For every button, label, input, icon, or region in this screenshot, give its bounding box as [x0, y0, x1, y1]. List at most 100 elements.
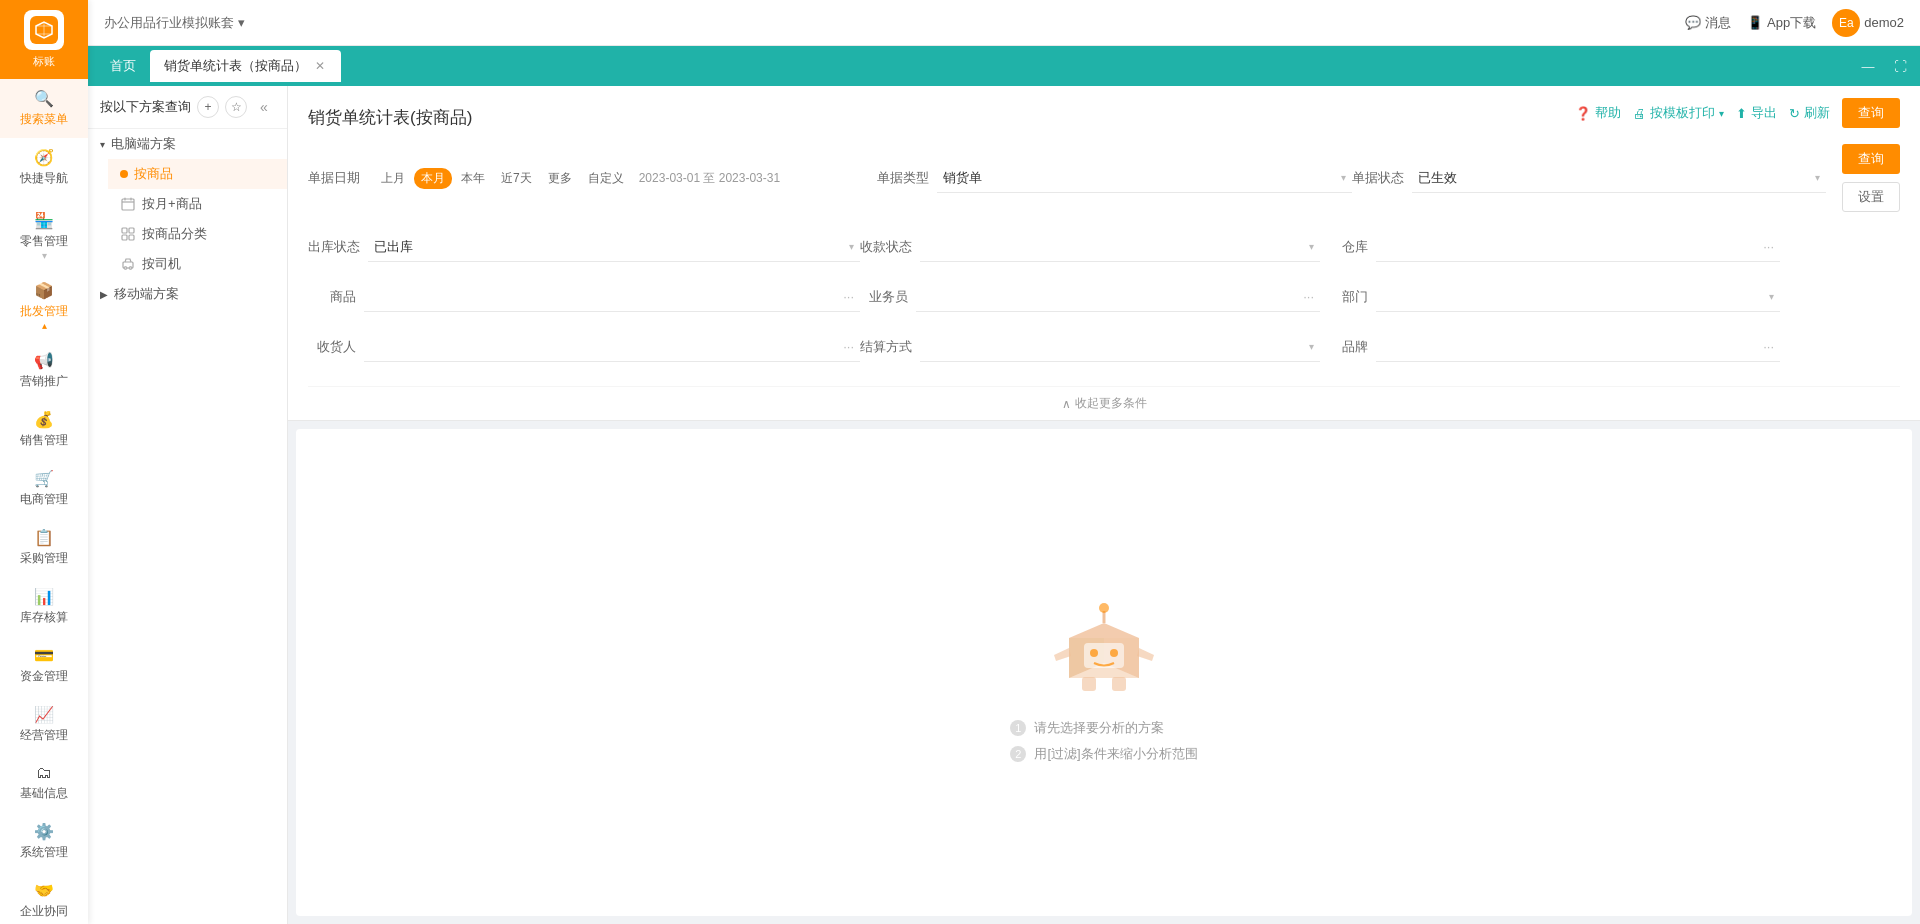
query-button[interactable]: 查询 [1842, 98, 1900, 128]
left-panel-title: 按以下方案查询 [100, 98, 191, 116]
out-status-control[interactable]: 已出库 ▾ [368, 232, 860, 262]
sidebar-item-finance[interactable]: 💳 资金管理 [0, 636, 88, 695]
brand-dots[interactable]: ··· [1763, 339, 1774, 354]
tree-group-desktop[interactable]: ▾ 电脑端方案 [88, 129, 287, 159]
page-title-row: 销货单统计表(按商品) ❓ 帮助 🖨 按模板打印 ▾ ⬆ [288, 86, 1920, 144]
sidebar-item-search[interactable]: 🔍 搜索菜单 [0, 79, 88, 138]
query-button-2[interactable]: 查询 [1842, 144, 1900, 174]
svg-rect-9 [1084, 643, 1124, 668]
sidebar-item-ecommerce[interactable]: 🛒 电商管理 [0, 459, 88, 518]
sidebar-item-retail[interactable]: 🏪 零售管理 ▾ [0, 201, 88, 271]
settle-arrow: ▾ [1309, 341, 1314, 352]
wholesale-icon: 📦 [34, 281, 54, 300]
salesperson-dots[interactable]: ··· [1303, 289, 1314, 304]
date-tab-this-year[interactable]: 本年 [454, 168, 492, 189]
receive-status-control[interactable]: ▾ [920, 232, 1320, 262]
star-scheme-btn[interactable]: ☆ [225, 96, 247, 118]
tab-sales-stat[interactable]: 销货单统计表（按商品） ✕ [150, 50, 341, 82]
svg-rect-2 [122, 228, 127, 233]
dept-control[interactable]: ▾ [1376, 282, 1780, 312]
status-control[interactable]: 已生效 ▾ [1412, 163, 1826, 193]
filter-field-dept: 部门 ▾ [1320, 282, 1780, 312]
status-value: 已生效 [1418, 169, 1811, 187]
logo-icon [24, 10, 64, 50]
sales-icon: 💰 [34, 410, 54, 429]
settings-button[interactable]: 设置 [1842, 182, 1900, 212]
date-tab-custom[interactable]: 自定义 [581, 168, 631, 189]
tip-num-2: 2 [1010, 746, 1026, 762]
tabbar-minimize-btn[interactable]: — [1856, 54, 1880, 78]
salesperson-control[interactable]: ··· [916, 282, 1320, 312]
tip-text-2: 用[过滤]条件来缩小分析范围 [1034, 745, 1197, 763]
tree-desktop-children: 按商品 按月+商品 [88, 159, 287, 279]
industry-dropdown[interactable]: 办公用品行业模拟账套 ▾ [104, 14, 245, 32]
settle-control[interactable]: ▾ [920, 332, 1320, 362]
brand-control[interactable]: ··· [1376, 332, 1780, 362]
date-tab-7days[interactable]: 近7天 [494, 168, 539, 189]
app-download-btn[interactable]: 📱 App下载 [1747, 14, 1816, 32]
refresh-btn[interactable]: ↻ 刷新 [1789, 104, 1830, 122]
receiver-label: 收货人 [308, 338, 364, 356]
template-print-btn[interactable]: 🖨 按模板打印 ▾ [1633, 104, 1724, 122]
help-btn[interactable]: ❓ 帮助 [1575, 104, 1621, 122]
receiver-dots[interactable]: ··· [843, 339, 854, 354]
action-btns: 查询 设置 [1826, 144, 1900, 212]
topbar-right: 💬 消息 📱 App下载 Ea demo2 [1685, 9, 1904, 37]
date-control: 上月 本月 本年 近7天 更多 自定义 2023-03-01 至 2023-03… [368, 163, 877, 193]
collapse-panel-btn[interactable]: « [253, 96, 275, 118]
sidebar-item-system[interactable]: ⚙️ 系统管理 [0, 812, 88, 871]
filter-field-settle: 结算方式 ▾ [860, 332, 1320, 362]
tabbar-maximize-btn[interactable]: ⛶ [1888, 54, 1912, 78]
tree-item-by-driver[interactable]: 按司机 [108, 249, 287, 279]
sidebar-item-purchase[interactable]: 📋 采购管理 [0, 518, 88, 577]
warehouse-control[interactable]: ··· [1376, 232, 1780, 262]
filter-row-2: 出库状态 已出库 ▾ 收款状态 ▾ [308, 232, 1900, 262]
marketing-icon: 📢 [34, 351, 54, 370]
goods-control[interactable]: ··· [364, 282, 860, 312]
empty-tip-1: 1 请先选择要分析的方案 [1010, 719, 1197, 737]
sidebar-item-basic[interactable]: 🗂 基础信息 [0, 754, 88, 812]
sidebar-item-business[interactable]: 📈 经营管理 [0, 695, 88, 754]
date-tab-last-month[interactable]: 上月 [374, 168, 412, 189]
svg-rect-3 [129, 228, 134, 233]
tree-item-by-category[interactable]: 按商品分类 [108, 219, 287, 249]
goods-dots[interactable]: ··· [843, 289, 854, 304]
settle-label: 结算方式 [860, 338, 920, 356]
salesperson-label: 业务员 [860, 288, 916, 306]
message-btn[interactable]: 💬 消息 [1685, 14, 1731, 32]
date-label: 单据日期 [308, 169, 368, 187]
sidebar-item-enterprise[interactable]: 🤝 企业协同 [0, 871, 88, 924]
tree-item-by-month-goods[interactable]: 按月+商品 [108, 189, 287, 219]
export-btn[interactable]: ⬆ 导出 [1736, 104, 1777, 122]
date-tab-more[interactable]: 更多 [541, 168, 579, 189]
receiver-control[interactable]: ··· [364, 332, 860, 362]
tab-home[interactable]: 首页 [96, 50, 150, 82]
collapse-more-btn[interactable]: ∧ 收起更多条件 [308, 386, 1900, 412]
date-tab-this-month[interactable]: 本月 [414, 168, 452, 189]
finance-icon: 💳 [34, 646, 54, 665]
filter-field-salesperson: 业务员 ··· [860, 282, 1320, 312]
message-icon: 💬 [1685, 15, 1701, 30]
receive-status-arrow: ▾ [1309, 241, 1314, 252]
right-panel: 销货单统计表(按商品) ❓ 帮助 🖨 按模板打印 ▾ ⬆ [288, 86, 1920, 924]
sidebar-item-wholesale[interactable]: 📦 批发管理 ▴ [0, 271, 88, 341]
out-status-arrow: ▾ [849, 241, 854, 252]
help-icon: ❓ [1575, 106, 1591, 121]
date-tabs: 上月 本月 本年 近7天 更多 自定义 [374, 168, 631, 189]
tab-close-btn[interactable]: ✕ [313, 59, 327, 73]
warehouse-dots[interactable]: ··· [1763, 239, 1774, 254]
tree-group-mobile[interactable]: ▶ 移动端方案 [88, 279, 287, 309]
tree-item-by-goods[interactable]: 按商品 [108, 159, 287, 189]
sidebar-item-sales-mgmt[interactable]: 💰 销售管理 [0, 400, 88, 459]
add-scheme-btn[interactable]: + [197, 96, 219, 118]
type-label: 单据类型 [877, 169, 937, 187]
svg-point-13 [1099, 603, 1109, 613]
sidebar-item-marketing[interactable]: 📢 营销推广 [0, 341, 88, 400]
type-value: 销货单 [943, 169, 1336, 187]
svg-rect-14 [1082, 677, 1096, 691]
sidebar-item-quick-nav[interactable]: 🧭 快捷导航 [0, 138, 88, 197]
type-control[interactable]: 销货单 ▾ [937, 163, 1351, 193]
user-profile[interactable]: Ea demo2 [1832, 9, 1904, 37]
sidebar-item-inventory[interactable]: 📊 库存核算 [0, 577, 88, 636]
system-icon: ⚙️ [34, 822, 54, 841]
